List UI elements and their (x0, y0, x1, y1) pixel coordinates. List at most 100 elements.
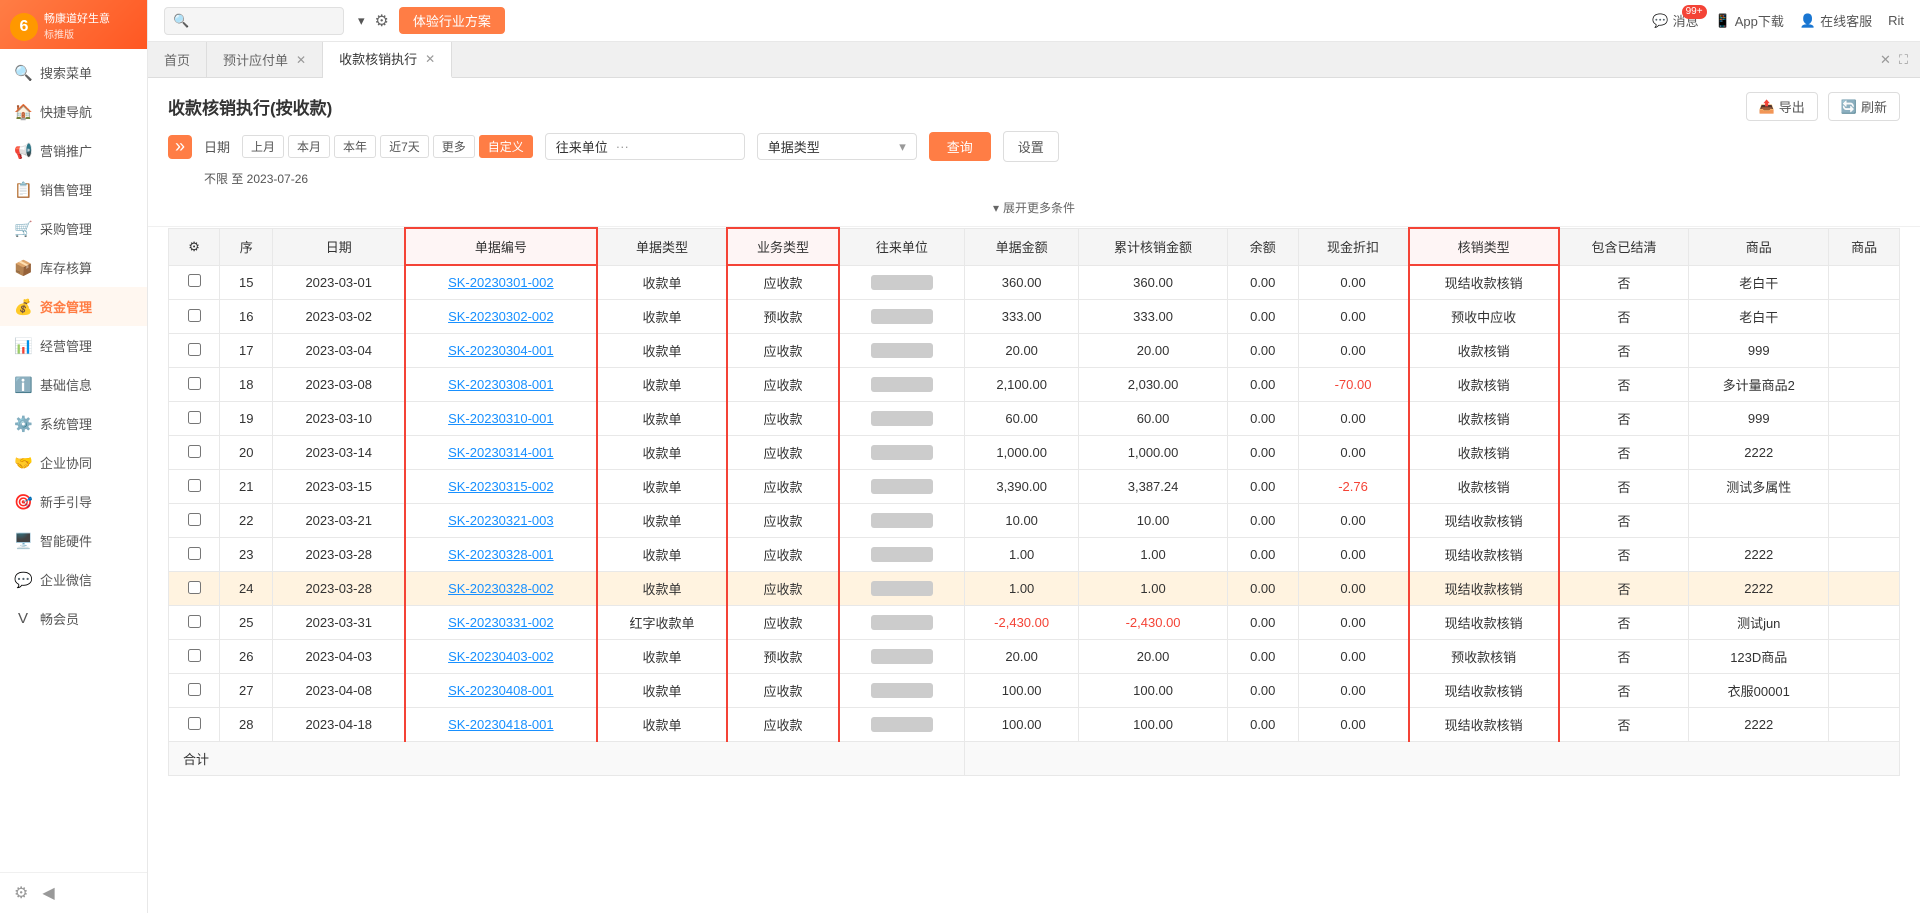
date-custom-btn[interactable]: 自定义 (479, 135, 533, 158)
partner-filter[interactable]: 往来单位 ··· (545, 133, 745, 160)
cell-balance: 0.00 (1227, 265, 1298, 300)
doc-no-link[interactable]: SK-20230304-001 (448, 343, 554, 358)
sidebar-item-inventory[interactable]: 📦库存核算 (0, 248, 147, 287)
cell-index: 24 (220, 572, 273, 606)
doc-no-link[interactable]: SK-20230403-002 (448, 649, 554, 664)
cell-checkbox[interactable] (169, 265, 220, 300)
sidebar-item-sales[interactable]: 📋销售管理 (0, 170, 147, 209)
gear-icon[interactable]: ⚙ (375, 11, 389, 31)
receipt-type-filter[interactable]: 单据类型 ▾ (757, 133, 917, 160)
sidebar-item-finance[interactable]: 💰资金管理 (0, 287, 147, 326)
settings-button[interactable]: 设置 (1003, 131, 1059, 162)
settings-bottom-icon[interactable]: ⚙ (14, 883, 28, 903)
sidebar-item-enterprise[interactable]: 🤝企业协同 (0, 443, 147, 482)
logo-icon: 6 (10, 13, 38, 41)
cell-checkbox[interactable] (169, 606, 220, 640)
message-btn[interactable]: 💬 消息 99+ (1652, 11, 1698, 30)
cell-checkbox[interactable] (169, 470, 220, 504)
sidebar-item-guide[interactable]: 🎯新手引导 (0, 482, 147, 521)
tab-pending-close[interactable]: ✕ (296, 53, 306, 67)
doc-no-link[interactable]: SK-20230331-002 (448, 615, 554, 630)
cell-cashdiscount: 0.00 (1298, 334, 1408, 368)
doc-no-link[interactable]: SK-20230314-001 (448, 445, 554, 460)
cell-amount: 333.00 (965, 300, 1079, 334)
cell-docno: SK-20230302-002 (405, 300, 597, 334)
doc-no-link[interactable]: SK-20230328-002 (448, 581, 554, 596)
tab-pending-payment[interactable]: 预计应付单 ✕ (207, 42, 323, 78)
sidebar-item-basic[interactable]: ℹ️基础信息 (0, 365, 147, 404)
logo-sub: 标推版 (44, 26, 110, 41)
date-this-year-btn[interactable]: 本年 (334, 135, 376, 158)
cell-includesettled: 否 (1559, 504, 1689, 538)
doc-no-link[interactable]: SK-20230418-001 (448, 717, 554, 732)
cell-includesettled: 否 (1559, 708, 1689, 742)
cell-partner: ██ (839, 674, 965, 708)
cell-checkbox[interactable] (169, 640, 220, 674)
cell-doctype: 收款单 (597, 368, 728, 402)
cell-partner: ██ (839, 402, 965, 436)
search-icon: 🔍 (173, 13, 189, 29)
cell-checkbox[interactable] (169, 436, 220, 470)
cell-checkbox[interactable] (169, 708, 220, 742)
doc-no-link[interactable]: SK-20230308-001 (448, 377, 554, 392)
total-label: 合计 (169, 742, 965, 776)
cell-partner: ██ (839, 300, 965, 334)
app-download-btn[interactable]: 📱 App下载 (1715, 11, 1784, 30)
cell-checkbox[interactable] (169, 334, 220, 368)
doc-no-link[interactable]: SK-20230310-001 (448, 411, 554, 426)
sidebar-item-quick-nav[interactable]: 🏠快捷导航 (0, 92, 147, 131)
table-row: 16 2023-03-02 SK-20230302-002 收款单 预收款 ██… (169, 300, 1900, 334)
sidebar-item-system[interactable]: ⚙️系统管理 (0, 404, 147, 443)
filter-toggle-btn[interactable]: » (168, 135, 192, 159)
cell-checkbox[interactable] (169, 674, 220, 708)
tabbar-right: ✕ ⛶ (1868, 52, 1920, 68)
sidebar-item-purchase[interactable]: 🛒采购管理 (0, 209, 147, 248)
sidebar-item-search[interactable]: 🔍搜索菜单 (0, 53, 147, 92)
cell-checkbox[interactable] (169, 504, 220, 538)
col-settings-header[interactable]: ⚙ (169, 228, 220, 265)
tab-home[interactable]: 首页 (148, 42, 207, 78)
date-this-month-btn[interactable]: 本月 (288, 135, 330, 158)
export-button[interactable]: 📤 导出 (1746, 92, 1818, 121)
cell-date: 2023-03-21 (273, 504, 405, 538)
topbar-dropdown[interactable]: ▾ (354, 13, 365, 29)
collapse-icon[interactable]: ◀ (42, 883, 54, 903)
cell-checkbox[interactable] (169, 368, 220, 402)
refresh-button[interactable]: 🔄 刷新 (1828, 92, 1900, 121)
app-logo: 6 畅康道好生意 标推版 (0, 0, 147, 49)
cell-includesettled: 否 (1559, 265, 1689, 300)
tabbar-expand-icon[interactable]: ⛶ (1899, 52, 1908, 68)
cell-product1: 2222 (1689, 708, 1829, 742)
tabbar-close-icon[interactable]: ✕ (1880, 52, 1891, 68)
sidebar-item-wechat[interactable]: 💬企业微信 (0, 560, 147, 599)
doc-no-link[interactable]: SK-20230302-002 (448, 309, 554, 324)
cell-checkbox[interactable] (169, 538, 220, 572)
sidebar-item-hardware[interactable]: 🖥️智能硬件 (0, 521, 147, 560)
sidebar-item-member[interactable]: V畅会员 (0, 599, 147, 638)
expand-conditions-bar[interactable]: ▾ 展开更多条件 (168, 195, 1900, 220)
sidebar-item-marketing[interactable]: 📢营销推广 (0, 131, 147, 170)
doc-no-link[interactable]: SK-20230315-002 (448, 479, 554, 494)
user-avatar[interactable]: Rit (1888, 13, 1904, 28)
doc-no-link[interactable]: SK-20230328-001 (448, 547, 554, 562)
doc-no-link[interactable]: SK-20230301-002 (448, 275, 554, 290)
query-button[interactable]: 查询 (929, 132, 991, 161)
cell-date: 2023-04-18 (273, 708, 405, 742)
topbar-search[interactable]: 🔍 (164, 7, 344, 35)
doc-no-link[interactable]: SK-20230408-001 (448, 683, 554, 698)
cell-checkbox[interactable] (169, 572, 220, 606)
online-service-btn[interactable]: 👤 在线客服 (1800, 11, 1872, 30)
date-last-month-btn[interactable]: 上月 (242, 135, 284, 158)
sidebar-item-operations[interactable]: 📊经营管理 (0, 326, 147, 365)
cell-totaloffset: 1.00 (1079, 572, 1228, 606)
date-more-btn[interactable]: 更多 (433, 135, 475, 158)
cell-checkbox[interactable] (169, 300, 220, 334)
tab-collection-exec[interactable]: 收款核销执行 ✕ (323, 42, 452, 78)
cell-includesettled: 否 (1559, 334, 1689, 368)
partner-blurred: ██ (871, 479, 933, 494)
cell-checkbox[interactable] (169, 402, 220, 436)
solution-button[interactable]: 体验行业方案 (399, 7, 505, 34)
date-7days-btn[interactable]: 近7天 (380, 135, 429, 158)
tab-collection-close[interactable]: ✕ (425, 52, 435, 66)
doc-no-link[interactable]: SK-20230321-003 (448, 513, 554, 528)
